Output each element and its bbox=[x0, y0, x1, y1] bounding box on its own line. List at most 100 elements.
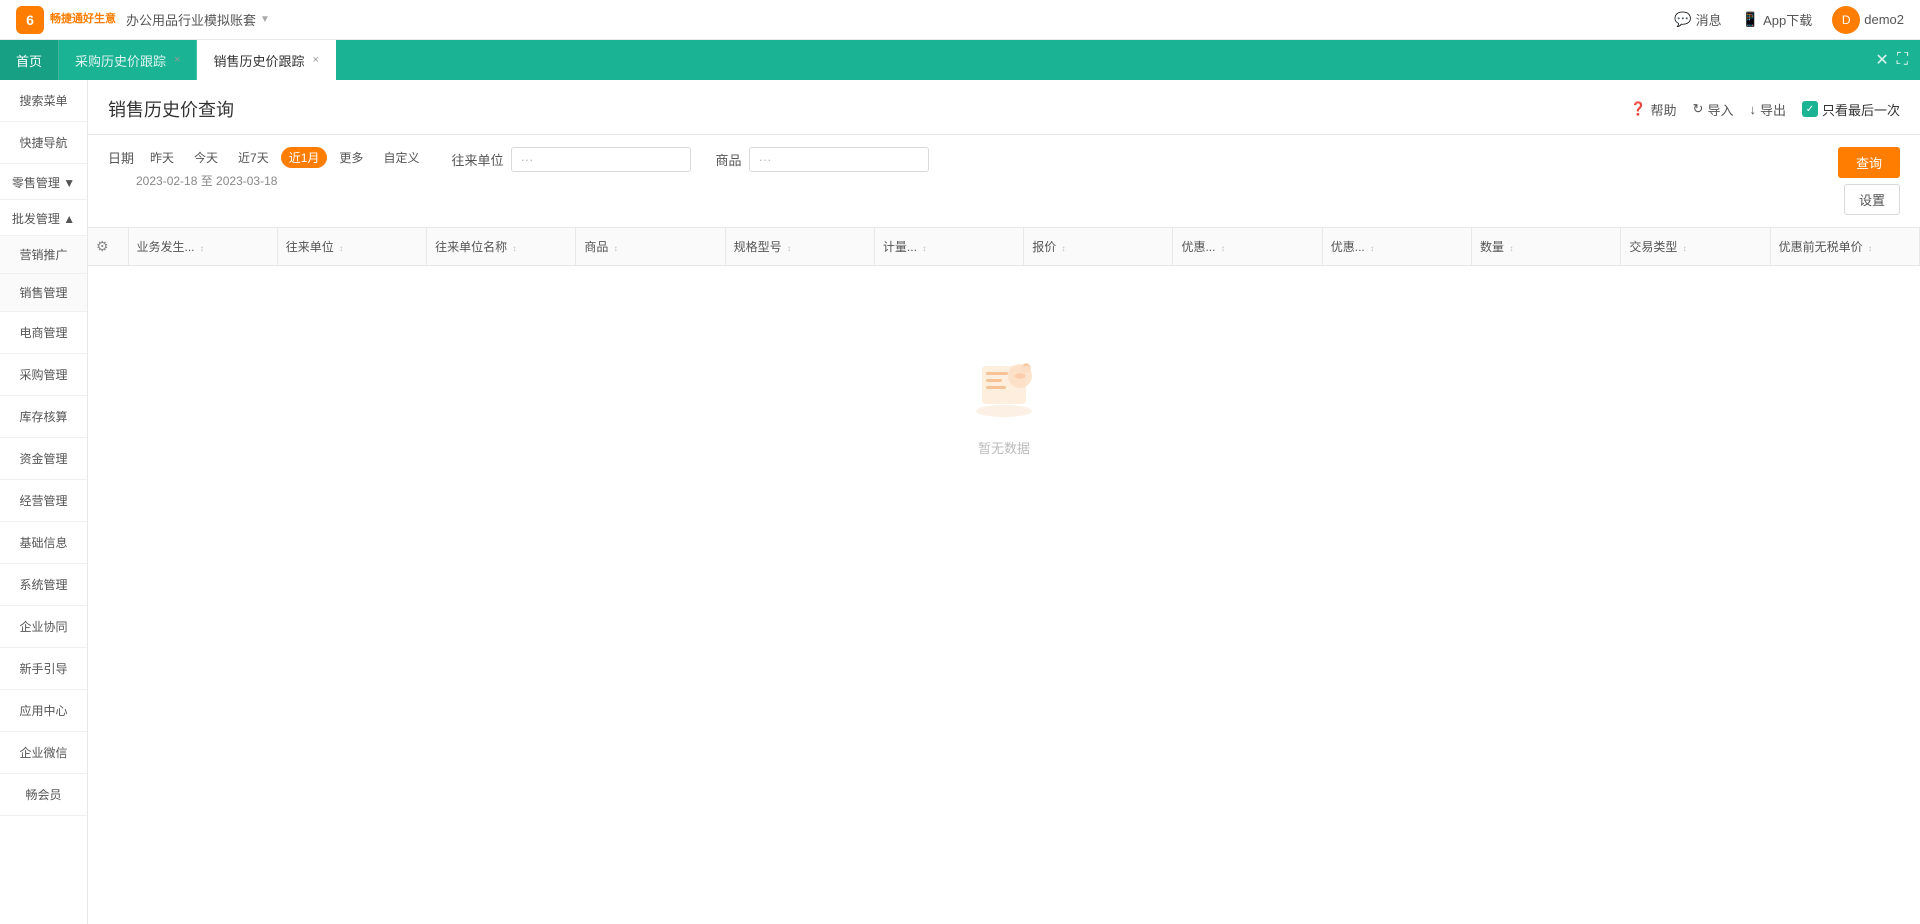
sidebar-item-quick-nav[interactable]: 快捷导航 bbox=[0, 122, 87, 164]
query-button[interactable]: 查询 bbox=[1838, 147, 1900, 178]
goods-input[interactable]: ··· bbox=[749, 147, 929, 172]
goods-label: 商品 bbox=[715, 150, 741, 169]
th-discount2[interactable]: 优惠... ↕ bbox=[1322, 228, 1471, 266]
th-goods[interactable]: 商品 ↕ bbox=[576, 228, 725, 266]
export-label: 导出 bbox=[1760, 100, 1786, 119]
tab-bar: 首页 采购历史价跟踪 × 销售历史价跟踪 × ✕ ⛶ bbox=[0, 40, 1920, 80]
th-trade-type[interactable]: 交易类型 ↕ bbox=[1621, 228, 1770, 266]
app-title: 办公用品行业模拟账套 bbox=[126, 10, 256, 29]
tab-sales-close[interactable]: × bbox=[312, 54, 318, 66]
th-discount2-label: 优惠... bbox=[1331, 240, 1365, 254]
sort-arrows-quote: ↕ bbox=[1062, 244, 1066, 253]
th-no-tax-price[interactable]: 优惠前无税单价 ↕ bbox=[1770, 228, 1919, 266]
sort-arrows-partner-code: ↕ bbox=[339, 244, 343, 253]
th-discount1[interactable]: 优惠... ↕ bbox=[1173, 228, 1322, 266]
tab-purchase-label: 采购历史价跟踪 bbox=[75, 51, 166, 70]
th-unit[interactable]: 计量... ↕ bbox=[874, 228, 1023, 266]
sidebar-item-marketing[interactable]: 营销推广 bbox=[0, 236, 87, 274]
th-no-tax-price-label: 优惠前无税单价 bbox=[1779, 240, 1863, 254]
sidebar-item-system-mgmt[interactable]: 系统管理 bbox=[0, 564, 87, 606]
gear-icon[interactable]: ⚙ bbox=[96, 238, 109, 254]
empty-icon bbox=[964, 346, 1044, 426]
sidebar-item-finance[interactable]: 资金管理 bbox=[0, 438, 87, 480]
top-bar-right: 💬 消息 📱 App下载 D demo2 bbox=[1674, 6, 1904, 34]
tab-purchase-history[interactable]: 采购历史价跟踪 × bbox=[59, 40, 197, 80]
page-header: 销售历史价查询 ❓ 帮助 ↻ 导入 ↓ 导出 ✓ 只看最后一次 bbox=[88, 80, 1920, 135]
tab-sales-label: 销售历史价跟踪 bbox=[213, 51, 304, 70]
table-header-row: ⚙ 业务发生... ↕ 往来单位 ↕ 往来单位名称 ↕ bbox=[88, 228, 1920, 266]
app-title-dropdown[interactable]: 办公用品行业模拟账套 ▼ bbox=[126, 10, 270, 29]
sidebar-item-ecommerce[interactable]: 电商管理 bbox=[0, 312, 87, 354]
dropdown-arrow-icon: ▼ bbox=[260, 14, 270, 25]
th-business-date-label: 业务发生... bbox=[137, 240, 195, 254]
date-option-more[interactable]: 更多 bbox=[331, 147, 371, 168]
date-option-last7[interactable]: 近7天 bbox=[230, 147, 277, 168]
settings-button[interactable]: 设置 bbox=[1844, 184, 1900, 215]
import-action[interactable]: ↻ 导入 bbox=[1693, 100, 1734, 119]
sidebar-basic-info-label: 基础信息 bbox=[19, 536, 67, 550]
logo-area: 6 畅捷通好生意 bbox=[16, 6, 116, 34]
sidebar-item-inventory[interactable]: 库存核算 bbox=[0, 396, 87, 438]
help-action[interactable]: ❓ 帮助 bbox=[1630, 100, 1676, 119]
th-spec[interactable]: 规格型号 ↕ bbox=[725, 228, 874, 266]
tab-controls: ✕ ⛶ bbox=[1863, 50, 1920, 70]
sidebar-item-basic-info[interactable]: 基础信息 bbox=[0, 522, 87, 564]
export-icon: ↓ bbox=[1749, 102, 1756, 117]
th-partner-name[interactable]: 往来单位名称 ↕ bbox=[427, 228, 576, 266]
th-settings: ⚙ bbox=[88, 228, 128, 266]
date-option-last1m[interactable]: 近1月 bbox=[281, 147, 328, 168]
date-options: 昨天 今天 近7天 近1月 更多 自定义 bbox=[142, 147, 427, 168]
sidebar-system-mgmt-label: 系统管理 bbox=[19, 578, 67, 592]
th-goods-label: 商品 bbox=[584, 240, 608, 254]
sort-arrows-quantity: ↕ bbox=[1509, 244, 1513, 253]
th-business-date[interactable]: 业务发生... ↕ bbox=[128, 228, 277, 266]
close-window-btn[interactable]: ✕ bbox=[1875, 50, 1888, 70]
export-action[interactable]: ↓ 导出 bbox=[1749, 100, 1786, 119]
date-option-custom[interactable]: 自定义 bbox=[375, 147, 427, 168]
help-icon: ❓ bbox=[1630, 101, 1646, 117]
th-quantity[interactable]: 数量 ↕ bbox=[1472, 228, 1621, 266]
sidebar-item-sales-mgmt[interactable]: 销售管理 bbox=[0, 274, 87, 312]
user-name: demo2 bbox=[1864, 12, 1904, 27]
sidebar-marketing-label: 营销推广 bbox=[19, 248, 67, 262]
sidebar-item-enterprise[interactable]: 企业协同 bbox=[0, 606, 87, 648]
sidebar-operations-label: 经营管理 bbox=[19, 494, 67, 508]
date-label: 日期 bbox=[108, 148, 134, 167]
checkbox-icon[interactable]: ✓ bbox=[1802, 101, 1818, 117]
th-partner-code[interactable]: 往来单位 ↕ bbox=[277, 228, 426, 266]
sidebar-item-operations[interactable]: 经营管理 bbox=[0, 480, 87, 522]
partner-input[interactable]: ··· bbox=[511, 147, 691, 172]
top-bar: 6 畅捷通好生意 办公用品行业模拟账套 ▼ 💬 消息 📱 App下载 D dem… bbox=[0, 0, 1920, 40]
sidebar-item-newcomer[interactable]: 新手引导 bbox=[0, 648, 87, 690]
sidebar-enterprise-label: 企业协同 bbox=[19, 620, 67, 634]
tab-sales-history[interactable]: 销售历史价跟踪 × bbox=[197, 40, 335, 80]
date-option-today[interactable]: 今天 bbox=[186, 147, 226, 168]
maximize-btn[interactable]: ⛶ bbox=[1897, 51, 1908, 69]
sidebar-item-search-menu[interactable]: 搜索菜单 bbox=[0, 80, 87, 122]
sidebar-item-app-center[interactable]: 应用中心 bbox=[0, 690, 87, 732]
data-table: ⚙ 业务发生... ↕ 往来单位 ↕ 往来单位名称 ↕ bbox=[88, 228, 1920, 266]
only-last-checkbox[interactable]: ✓ 只看最后一次 bbox=[1802, 100, 1900, 119]
sidebar-item-enterprise-wechat[interactable]: 企业微信 bbox=[0, 732, 87, 774]
page-actions: ❓ 帮助 ↻ 导入 ↓ 导出 ✓ 只看最后一次 bbox=[1630, 100, 1900, 119]
tab-home[interactable]: 首页 bbox=[0, 40, 59, 80]
only-last-label: 只看最后一次 bbox=[1822, 100, 1900, 119]
date-option-yesterday[interactable]: 昨天 bbox=[142, 147, 182, 168]
sidebar-inventory-label: 库存核算 bbox=[19, 410, 67, 424]
sidebar-item-member[interactable]: 畅会员 bbox=[0, 774, 87, 816]
help-label: 帮助 bbox=[1651, 100, 1677, 119]
tab-purchase-close[interactable]: × bbox=[174, 54, 180, 66]
th-quantity-label: 数量 bbox=[1480, 240, 1504, 254]
app-download-action[interactable]: 📱 App下载 bbox=[1742, 10, 1813, 29]
sidebar-newcomer-label: 新手引导 bbox=[19, 662, 67, 676]
sidebar-item-purchase-mgmt[interactable]: 采购管理 bbox=[0, 354, 87, 396]
date-range-display: 2023-02-18 至 2023-03-18 bbox=[136, 174, 277, 188]
sidebar-item-retail-mgmt[interactable]: 零售管理 ▼ bbox=[0, 164, 87, 200]
user-area[interactable]: D demo2 bbox=[1832, 6, 1904, 34]
sidebar: 搜索菜单 快捷导航 零售管理 ▼ 批发管理 ▲ 营销推广 销售管理 电商管理 采… bbox=[0, 80, 88, 924]
message-action[interactable]: 💬 消息 bbox=[1674, 10, 1721, 29]
filter-section: 日期 昨天 今天 近7天 近1月 更多 自定义 2023-02-18 至 202… bbox=[88, 135, 1920, 228]
th-quote[interactable]: 报价 ↕ bbox=[1024, 228, 1173, 266]
sidebar-enterprise-wechat-label: 企业微信 bbox=[19, 746, 67, 760]
sidebar-item-wholesale-mgmt[interactable]: 批发管理 ▲ bbox=[0, 200, 87, 236]
